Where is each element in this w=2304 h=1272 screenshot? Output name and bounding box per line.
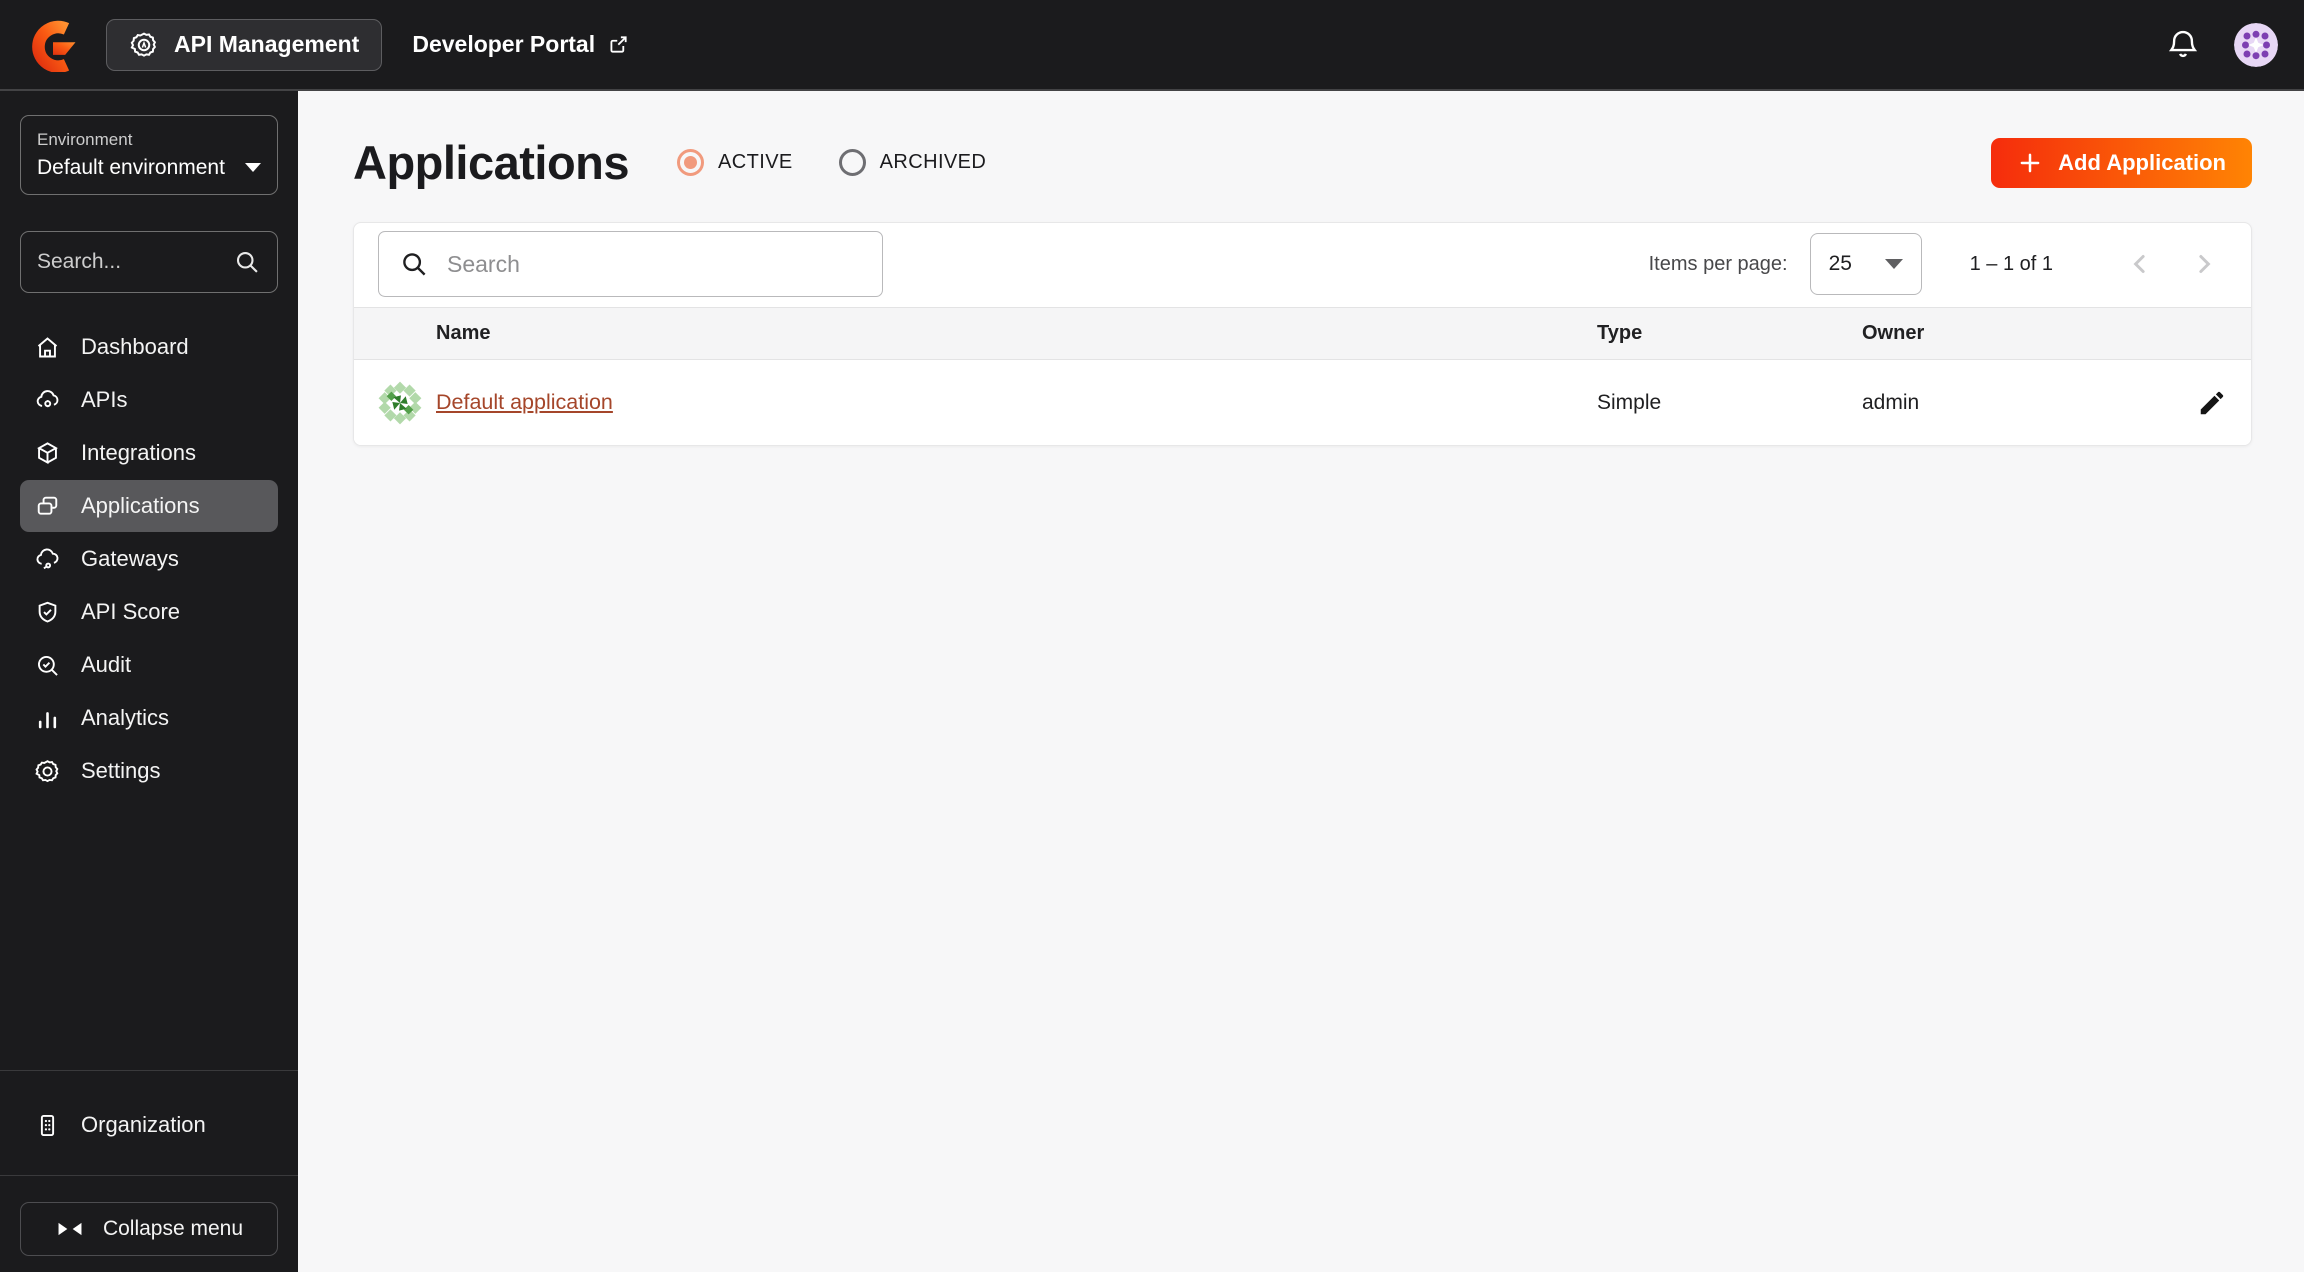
sidebar-search-input[interactable] — [37, 250, 221, 274]
sidebar: Environment Default environment Dashboar… — [0, 91, 298, 1272]
search-check-icon — [37, 655, 58, 676]
topbar-right — [2164, 22, 2278, 67]
items-per-page-label: Items per page: — [1648, 252, 1788, 275]
sidebar-item-label: APIs — [81, 387, 128, 412]
sidebar-item-audit[interactable]: Audit — [20, 639, 278, 691]
chevron-right-icon — [2199, 255, 2211, 273]
environment-label: Environment — [37, 130, 133, 149]
sidebar-item-label: Applications — [81, 493, 200, 518]
table-row: Default application Simple admin — [354, 360, 2251, 445]
overlapping-windows-icon — [37, 496, 58, 515]
organization-building-icon — [40, 1114, 55, 1136]
pagination-range-label: 1 – 1 of 1 — [1969, 252, 2053, 275]
sidebar-nav: Dashboard APIs Integrations Applications… — [20, 321, 278, 797]
external-link-icon — [610, 36, 627, 53]
cloud-gear-icon — [36, 389, 59, 407]
sidebar-item-api-score[interactable]: API Score — [20, 586, 278, 638]
table-search[interactable] — [378, 231, 883, 297]
sidebar-item-settings[interactable]: Settings — [20, 745, 278, 797]
sidebar-item-label: Integrations — [81, 440, 196, 465]
environment-selector[interactable]: Environment Default environment — [20, 115, 278, 195]
main-content: Applications ACTIVE ARCHIVED Add Applica… — [298, 91, 2304, 1272]
filter-radio-active[interactable]: ACTIVE — [677, 149, 793, 176]
sidebar-item-label: Gateways — [81, 546, 179, 571]
add-application-button[interactable]: Add Application — [1991, 137, 2252, 188]
sidebar-item-apis[interactable]: APIs — [20, 374, 278, 426]
topbar: API Management Developer Portal — [0, 0, 2304, 91]
sidebar-item-label: API Score — [81, 599, 181, 624]
filter-radio-archived[interactable]: ARCHIVED — [838, 149, 987, 176]
search-icon — [403, 253, 426, 276]
sidebar-item-integrations[interactable]: Integrations — [20, 427, 278, 479]
collapse-arrows-icon — [58, 1222, 82, 1236]
pagination-controls: Items per page: 25 1 – 1 of 1 — [1649, 233, 2227, 295]
column-header-type: Type — [1597, 322, 1643, 344]
application-name-cell: Default application — [378, 381, 1597, 425]
search-icon — [236, 251, 258, 273]
edit-application-button[interactable] — [2197, 388, 2227, 418]
gear-icon — [35, 759, 59, 782]
sidebar-item-organization[interactable]: Organization — [20, 1099, 278, 1151]
sidebar-search[interactable] — [20, 231, 278, 293]
app-root: API Management Developer Portal Environm… — [0, 0, 2304, 1272]
developer-portal-link[interactable]: Developer Portal — [412, 31, 630, 58]
sidebar-item-label: Analytics — [81, 705, 170, 730]
sidebar-item-label: Dashboard — [81, 334, 189, 359]
cloud-node-icon — [36, 548, 59, 569]
sidebar-item-label: Settings — [81, 758, 161, 783]
sidebar-bottom: Organization Collapse menu — [0, 1070, 298, 1256]
filter-active-label: ACTIVE — [718, 151, 793, 173]
sidebar-item-applications[interactable]: Applications — [20, 480, 278, 532]
radio-selected-icon — [677, 149, 705, 176]
cube-icon — [37, 441, 58, 464]
notifications-bell-icon[interactable] — [2164, 26, 2202, 64]
pagination-next-button[interactable] — [2189, 249, 2219, 279]
table-search-input[interactable] — [447, 250, 862, 278]
collapse-menu-button[interactable]: Collapse menu — [20, 1202, 278, 1256]
sidebar-item-analytics[interactable]: Analytics — [20, 692, 278, 744]
column-header-owner: Owner — [1862, 322, 1925, 344]
sidebar-item-gateways[interactable]: Gateways — [20, 533, 278, 585]
items-per-page-value: 25 — [1828, 252, 1852, 275]
application-owner-cell: admin — [1862, 390, 1920, 414]
api-management-label: API Management — [174, 31, 360, 57]
gravitee-g-icon — [32, 20, 76, 72]
apim-gear-icon — [130, 31, 157, 57]
shield-check-icon — [38, 601, 57, 623]
table-toolbar: Items per page: 25 1 – 1 of 1 — [354, 223, 2251, 307]
application-avatar — [378, 381, 422, 424]
chevron-left-icon — [2133, 255, 2145, 273]
page-title: Applications — [353, 136, 630, 189]
developer-portal-label: Developer Portal — [412, 31, 596, 57]
status-filter: ACTIVE ARCHIVED — [677, 149, 986, 176]
api-management-switcher[interactable]: API Management — [106, 18, 383, 71]
collapse-menu-label: Collapse menu — [102, 1217, 244, 1240]
add-application-label: Add Application — [2058, 149, 2226, 175]
gravitee-logo[interactable] — [26, 18, 80, 72]
pagination-prev-button[interactable] — [2125, 249, 2155, 279]
bar-chart-icon — [38, 711, 57, 728]
application-type-cell: Simple — [1597, 390, 1662, 414]
page-header: Applications ACTIVE ARCHIVED Add Applica… — [353, 135, 2252, 190]
chevron-down-icon — [245, 163, 261, 172]
column-header-name: Name — [436, 322, 491, 344]
items-per-page-select[interactable]: 25 — [1809, 233, 1922, 295]
radio-unselected-icon — [838, 149, 866, 176]
applications-table-card: Items per page: 25 1 – 1 of 1 — [353, 222, 2252, 446]
user-avatar[interactable] — [2234, 22, 2278, 67]
chevron-down-icon — [1884, 259, 1903, 269]
avatar-image — [2234, 22, 2278, 67]
home-icon — [37, 336, 58, 357]
plus-icon — [2020, 153, 2040, 172]
table-header-row: Name Type Owner — [354, 307, 2251, 360]
application-name-link[interactable]: Default application — [436, 390, 613, 415]
pencil-edit-icon — [2200, 391, 2224, 414]
sidebar-item-dashboard[interactable]: Dashboard — [20, 321, 278, 373]
filter-archived-label: ARCHIVED — [879, 151, 987, 173]
sidebar-item-label: Audit — [81, 652, 132, 677]
environment-value: Default environment — [37, 156, 225, 179]
organization-label: Organization — [81, 1112, 206, 1137]
